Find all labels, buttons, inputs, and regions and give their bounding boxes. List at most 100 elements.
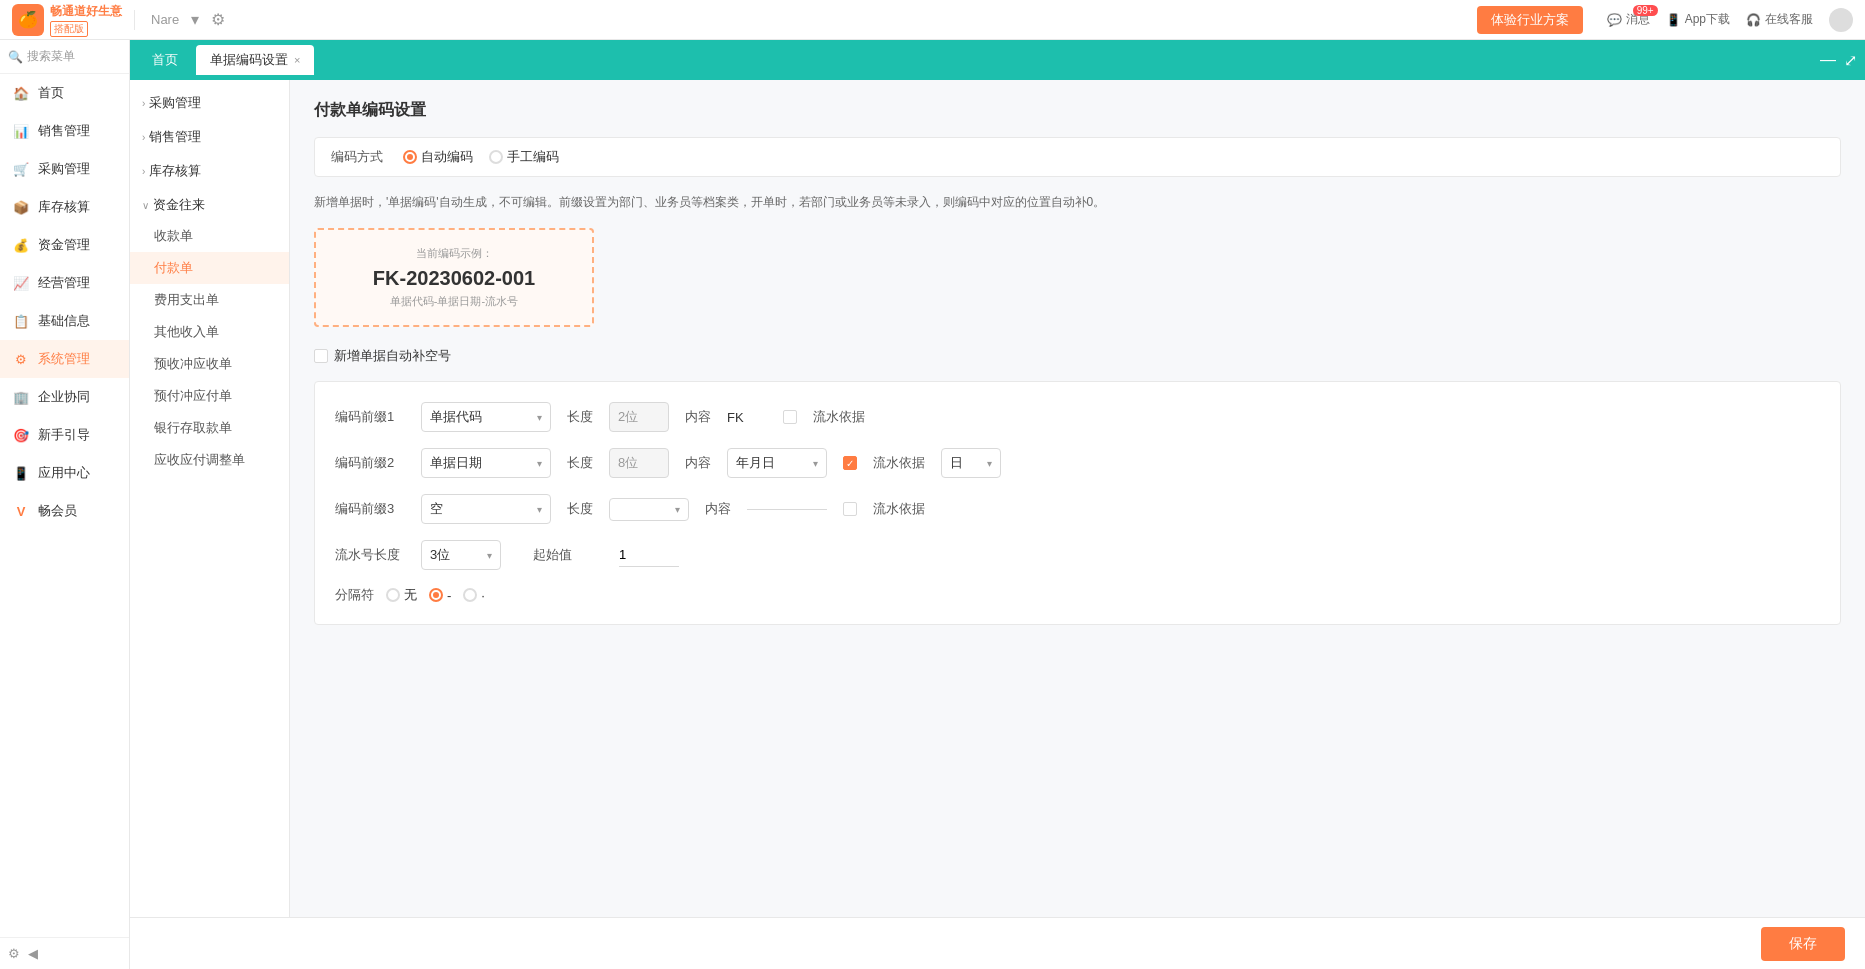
submenu-inventory-title[interactable]: › 库存核算	[130, 156, 289, 186]
user-avatar[interactable]	[1829, 8, 1853, 32]
content2-select[interactable]: 年月日 ▾	[727, 448, 827, 478]
logo-text: 畅通道好生意 搭配版	[50, 3, 122, 37]
serial-length-row: 流水号长度 3位 ▾ 起始值	[335, 540, 1820, 570]
info-text: 新增单据时，'单据编码'自动生成，不可编辑。前缀设置为部门、业务员等档案类，开单…	[314, 193, 1841, 212]
tab-minimize-icon[interactable]: —	[1820, 51, 1836, 70]
submenu: › 采购管理 › 销售管理 › 库存核算	[130, 80, 290, 917]
sidebar-item-base[interactable]: 📋 基础信息	[0, 302, 129, 340]
purchase-icon: 🛒	[12, 160, 30, 178]
save-button[interactable]: 保存	[1761, 927, 1845, 961]
apps-icon: 📱	[12, 464, 30, 482]
sep-none-radio[interactable]: 无	[386, 586, 417, 604]
operation-icon: 📈	[12, 274, 30, 292]
sidebar-item-purchase[interactable]: 🛒 采购管理	[0, 150, 129, 188]
sidebar-settings-icon[interactable]: ⚙	[8, 946, 20, 961]
submenu-item-other-income[interactable]: 其他收入单	[130, 316, 289, 348]
submenu-purchase-title[interactable]: › 采购管理	[130, 88, 289, 118]
content2-arrow: ▾	[813, 458, 818, 469]
serial1-checkbox[interactable]	[783, 410, 797, 424]
auto-fill-row: 新增单据自动补空号	[314, 347, 1841, 365]
sidebar-item-sales[interactable]: 📊 销售管理	[0, 112, 129, 150]
length3-select[interactable]: ▾	[609, 498, 689, 521]
online-support-btn[interactable]: 🎧 在线客服	[1746, 11, 1813, 28]
messages-btn[interactable]: 💬 消息 99+	[1607, 11, 1650, 28]
tab-close-icon[interactable]: ×	[294, 54, 300, 66]
prefix1-select[interactable]: 单据代码 ▾	[421, 402, 551, 432]
serial3-checkbox[interactable]	[843, 502, 857, 516]
submenu-item-receivable-adj[interactable]: 应收应付调整单	[130, 444, 289, 476]
sidebar-item-finance[interactable]: 💰 资金管理	[0, 226, 129, 264]
prefix2-arrow: ▾	[537, 458, 542, 469]
submenu-item-payment[interactable]: 付款单	[130, 252, 289, 284]
tab-active[interactable]: 单据编码设置 ×	[196, 45, 314, 75]
topbar-nav-arrow[interactable]: ▾	[191, 10, 199, 29]
auto-encode-radio[interactable]: 自动编码	[403, 148, 473, 166]
experience-btn[interactable]: 体验行业方案	[1477, 6, 1583, 34]
topbar-settings-icon[interactable]: ⚙	[211, 10, 225, 29]
sidebar-item-system[interactable]: ⚙ 系统管理	[0, 340, 129, 378]
serial2-period-select[interactable]: 日 ▾	[941, 448, 1001, 478]
sidebar-item-operation[interactable]: 📈 经营管理	[0, 264, 129, 302]
length1-label: 长度	[567, 408, 593, 426]
prefix3-select[interactable]: 空 ▾	[421, 494, 551, 524]
sep-dot-radio[interactable]: ·	[463, 588, 485, 603]
start-value-label: 起始值	[533, 546, 603, 564]
sep-dash-radio-dot	[429, 588, 443, 602]
submenu-group-purchase: › 采购管理	[130, 88, 289, 118]
submenu-item-advance-receipt[interactable]: 预收冲应收单	[130, 348, 289, 380]
enterprise-icon: 🏢	[12, 388, 30, 406]
prefix2-select[interactable]: 单据日期 ▾	[421, 448, 551, 478]
submenu-finance-title[interactable]: ∨ 资金往来	[130, 190, 289, 220]
sidebar-item-inventory[interactable]: 📦 库存核算	[0, 188, 129, 226]
app-logo: 🍊 畅通道好生意 搭配版	[12, 3, 122, 37]
sidebar-item-vip[interactable]: V 畅会员	[0, 492, 129, 530]
form-section: 编码前缀1 单据代码 ▾ 长度 2位 内容 FK 流水依据	[314, 381, 1841, 625]
auto-fill-checkbox[interactable]	[314, 349, 328, 363]
topbar-right: 💬 消息 99+ 📱 App下载 🎧 在线客服	[1607, 8, 1853, 32]
serial2-period-arrow: ▾	[987, 458, 992, 469]
tabbar: 首页 单据编码设置 × — ⤢	[130, 40, 1865, 80]
inventory-icon: 📦	[12, 198, 30, 216]
main-layout: 🔍 搜索菜单 🏠 首页 📊 销售管理 🛒 采购管理 📦 库存核算 💰 资金管理 …	[0, 40, 1865, 969]
submenu-sales-title[interactable]: › 销售管理	[130, 122, 289, 152]
length2-input: 8位	[609, 448, 669, 478]
length2-label: 长度	[567, 454, 593, 472]
topbar-separator	[134, 10, 135, 30]
sidebar-item-enterprise[interactable]: 🏢 企业协同	[0, 378, 129, 416]
sep-dash-radio[interactable]: -	[429, 588, 451, 603]
content3-value	[747, 509, 827, 510]
tab-expand-icon[interactable]: ⤢	[1844, 51, 1857, 70]
serial3-label: 流水依据	[873, 500, 925, 518]
tab-home[interactable]: 首页	[138, 45, 192, 75]
sidebar-item-apps[interactable]: 📱 应用中心	[0, 454, 129, 492]
submenu-item-bank-deposit[interactable]: 银行存取款单	[130, 412, 289, 444]
system-icon: ⚙	[12, 350, 30, 368]
sidebar-collapse-icon[interactable]: ◀	[28, 946, 38, 961]
page-title: 付款单编码设置	[314, 100, 1841, 121]
submenu-item-advance-payment[interactable]: 预付冲应付单	[130, 380, 289, 412]
serial-length-select[interactable]: 3位 ▾	[421, 540, 501, 570]
sidebar-search-btn[interactable]: 🔍 搜索菜单	[0, 40, 129, 74]
content-area: › 采购管理 › 销售管理 › 库存核算	[130, 80, 1865, 917]
manual-encode-radio[interactable]: 手工编码	[489, 148, 559, 166]
length3-label: 长度	[567, 500, 593, 518]
serial2-checkbox[interactable]: ✓	[843, 456, 857, 470]
length1-input: 2位	[609, 402, 669, 432]
app-download-btn[interactable]: 📱 App下载	[1666, 11, 1730, 28]
form-row-1: 编码前缀1 单据代码 ▾ 长度 2位 内容 FK 流水依据	[335, 402, 1820, 432]
sidebar-item-home[interactable]: 🏠 首页	[0, 74, 129, 112]
logo-icon: 🍊	[12, 4, 44, 36]
sidebar-item-guide[interactable]: 🎯 新手引导	[0, 416, 129, 454]
right-panel: 首页 单据编码设置 × — ⤢ › 采购管理	[130, 40, 1865, 969]
code-preview-format: 单据代码-单据日期-流水号	[336, 294, 572, 309]
content3-label: 内容	[705, 500, 731, 518]
submenu-item-receipt[interactable]: 收款单	[130, 220, 289, 252]
length3-arrow: ▾	[675, 504, 680, 515]
start-value-input[interactable]	[619, 543, 679, 567]
encode-method-label: 编码方式	[331, 148, 383, 166]
serial-length-label: 流水号长度	[335, 546, 405, 564]
bottom-bar: 保存	[130, 917, 1865, 969]
separator-row: 分隔符 无 - ·	[335, 586, 1820, 604]
page-content: 付款单编码设置 编码方式 自动编码 手工编码	[290, 80, 1865, 917]
submenu-item-expense[interactable]: 费用支出单	[130, 284, 289, 316]
